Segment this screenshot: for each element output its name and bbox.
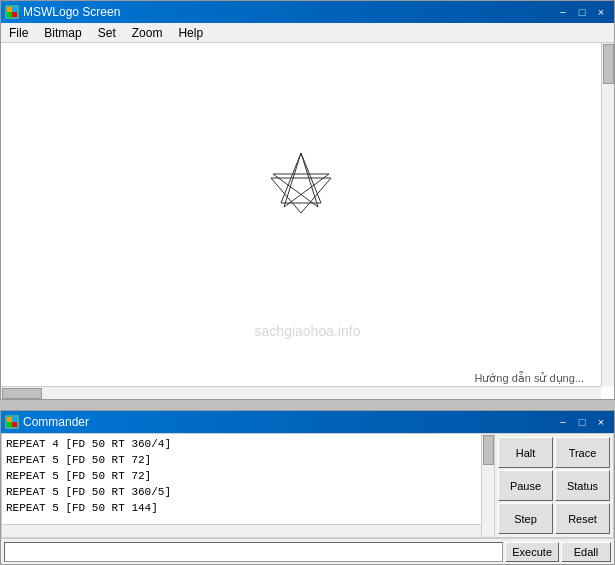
commander-titlebar: Commander − □ × xyxy=(1,411,614,433)
log-scrollbar-thumb[interactable] xyxy=(483,435,494,465)
status-button[interactable]: Status xyxy=(555,470,610,501)
screen-titlebar: MSWLogo Screen − □ × xyxy=(1,1,614,23)
list-item: REPEAT 5 [FD 50 RT 72] xyxy=(6,452,477,468)
canvas-scrollbar-right-thumb[interactable] xyxy=(603,44,614,84)
star-drawing xyxy=(261,143,341,226)
watermark: sachgiaohoa.info xyxy=(255,323,361,339)
execute-button[interactable]: Execute xyxy=(505,542,559,562)
log-bottom-scrollbar[interactable] xyxy=(2,524,481,537)
screen-window-controls: − □ × xyxy=(554,4,610,20)
menu-set[interactable]: Set xyxy=(90,23,124,42)
canvas-hint-text: Hướng dẫn sử dụng... xyxy=(474,372,584,385)
step-button[interactable]: Step xyxy=(498,503,553,534)
commander-close-button[interactable]: × xyxy=(592,414,610,430)
commander-icon xyxy=(5,415,19,429)
commander-body: REPEAT 4 [FD 50 RT 360/4] REPEAT 5 [FD 5… xyxy=(1,433,614,538)
screen-window: MSWLogo Screen − □ × File Bitmap Set Zoo… xyxy=(0,0,615,400)
logo-icon xyxy=(5,5,19,19)
commander-title: Commander xyxy=(23,415,550,429)
reset-button[interactable]: Reset xyxy=(555,503,610,534)
commander-window-controls: − □ × xyxy=(554,414,610,430)
list-item: REPEAT 5 [FD 50 RT 72] xyxy=(6,468,477,484)
commander-window: Commander − □ × REPEAT 4 [FD 50 RT 360/4… xyxy=(0,410,615,565)
commander-input-bar: Execute Edall xyxy=(1,538,614,564)
svg-rect-7 xyxy=(12,422,17,427)
log-wrapper: REPEAT 4 [FD 50 RT 360/4] REPEAT 5 [FD 5… xyxy=(6,436,477,535)
commander-log: REPEAT 4 [FD 50 RT 360/4] REPEAT 5 [FD 5… xyxy=(1,433,494,538)
list-item: REPEAT 5 [FD 50 RT 360/5] xyxy=(6,484,477,500)
svg-rect-1 xyxy=(12,7,17,12)
commander-input[interactable] xyxy=(4,542,503,562)
screen-close-button[interactable]: × xyxy=(592,4,610,20)
halt-button[interactable]: Halt xyxy=(498,437,553,468)
menu-zoom[interactable]: Zoom xyxy=(124,23,171,42)
commander-maximize-button[interactable]: □ xyxy=(573,414,591,430)
canvas-scrollbar-bottom-thumb[interactable] xyxy=(2,388,42,399)
commander-buttons-panel: Halt Trace Pause Status Step Reset xyxy=(494,433,614,538)
screen-canvas: sachgiaohoa.info Hướng dẫn sử dụng... xyxy=(1,43,614,399)
pause-button[interactable]: Pause xyxy=(498,470,553,501)
screen-title: MSWLogo Screen xyxy=(23,5,550,19)
screen-minimize-button[interactable]: − xyxy=(554,4,572,20)
canvas-scrollbar-bottom[interactable] xyxy=(1,386,601,399)
svg-rect-3 xyxy=(12,12,17,17)
list-item: REPEAT 4 [FD 50 RT 360/4] xyxy=(6,436,477,452)
screen-maximize-button[interactable]: □ xyxy=(573,4,591,20)
menu-file[interactable]: File xyxy=(1,23,36,42)
svg-rect-5 xyxy=(12,417,17,422)
svg-rect-2 xyxy=(7,12,12,17)
menu-bitmap[interactable]: Bitmap xyxy=(36,23,89,42)
screen-menubar: File Bitmap Set Zoom Help xyxy=(1,23,614,43)
edall-button[interactable]: Edall xyxy=(561,542,611,562)
canvas-scrollbar-right[interactable] xyxy=(601,43,614,386)
svg-rect-6 xyxy=(7,422,12,427)
svg-rect-4 xyxy=(7,417,12,422)
trace-button[interactable]: Trace xyxy=(555,437,610,468)
commander-minimize-button[interactable]: − xyxy=(554,414,572,430)
svg-rect-0 xyxy=(7,7,12,12)
log-scrollbar[interactable] xyxy=(481,434,494,537)
list-item: REPEAT 5 [FD 50 RT 144] xyxy=(6,500,477,516)
menu-help[interactable]: Help xyxy=(170,23,211,42)
